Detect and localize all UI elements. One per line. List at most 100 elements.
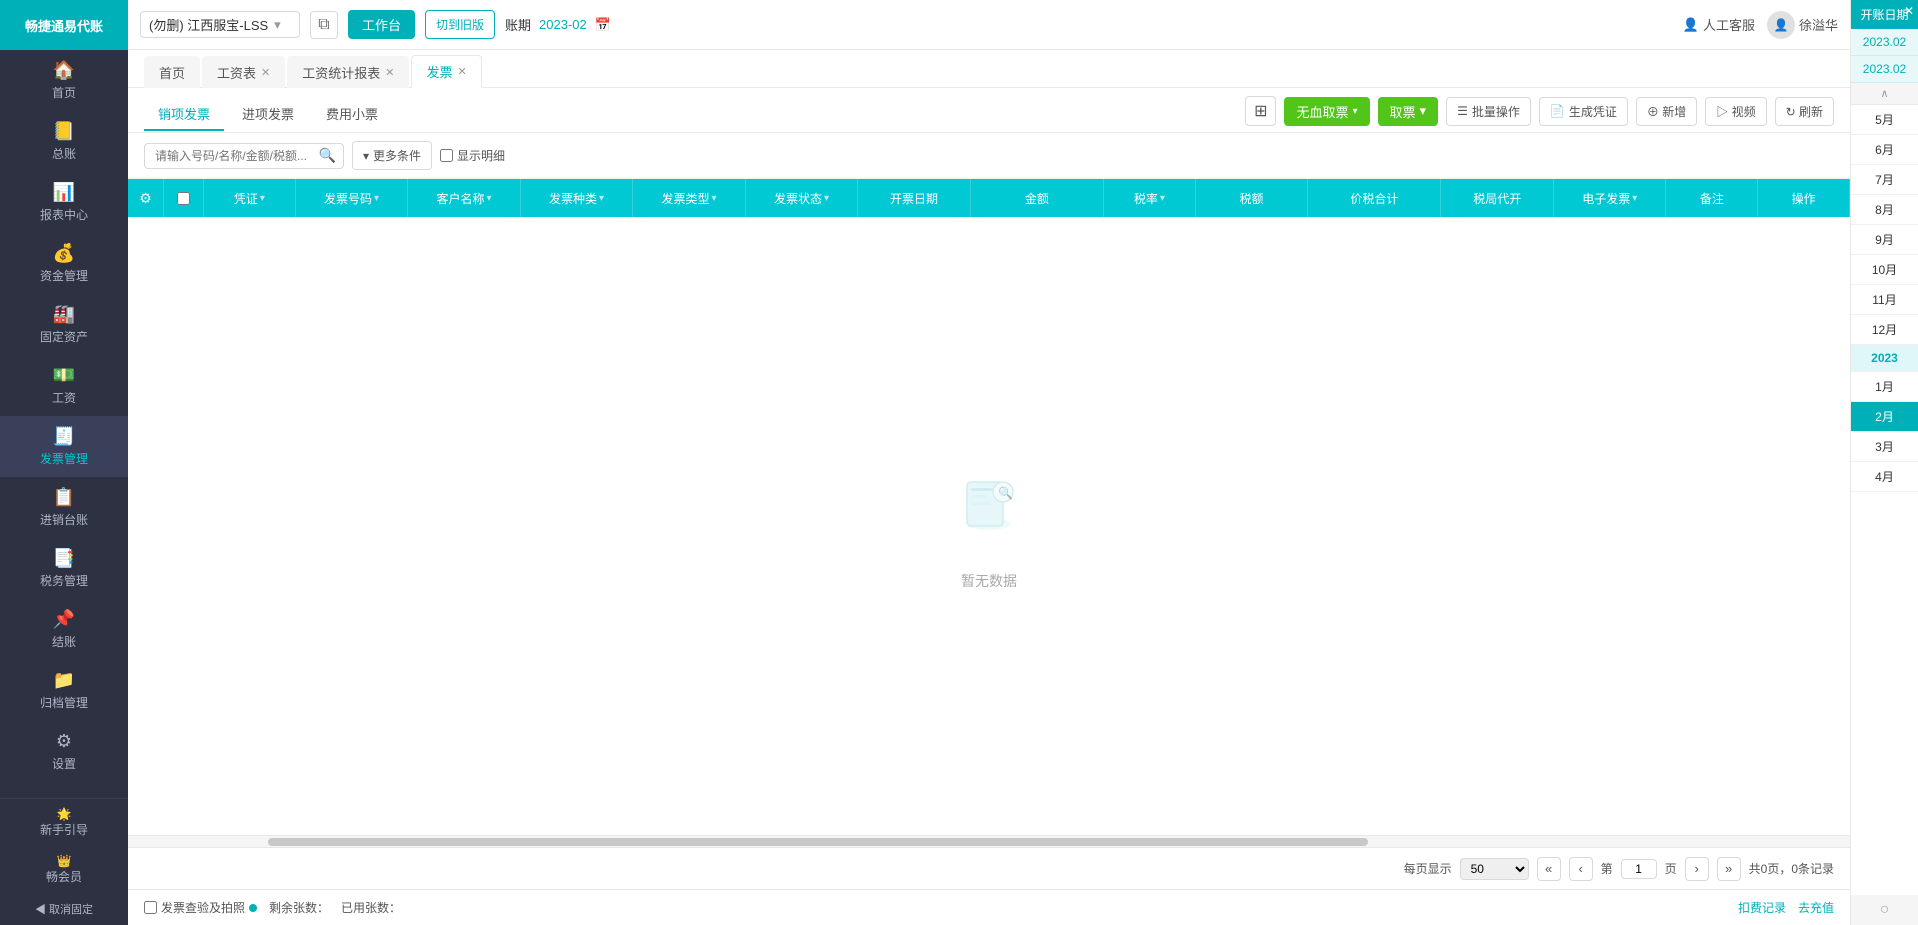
invoice-check-checkbox[interactable] [144, 901, 157, 914]
sidebar-item-funds[interactable]: 💰 资金管理 [0, 233, 128, 294]
date-panel-close-icon[interactable]: ✕ [1904, 4, 1914, 18]
tab-invoice-close-icon[interactable]: ✕ [458, 65, 467, 78]
tab-salary-close-icon[interactable]: ✕ [261, 66, 270, 79]
fixed-assets-icon: 🏭 [53, 304, 75, 325]
refresh-button[interactable]: ↻ 刷新 [1775, 97, 1834, 126]
select-all-checkbox[interactable] [177, 192, 190, 205]
date-month-mar[interactable]: 3月 [1851, 432, 1918, 462]
th-invoice-number[interactable]: 发票号码▾ [296, 179, 409, 217]
gen-voucher-button[interactable]: 📄 生成凭证 [1539, 97, 1628, 126]
last-page-button[interactable]: » [1717, 857, 1741, 881]
th-client-name[interactable]: 客户名称▾ [408, 179, 521, 217]
support-button[interactable]: 👤 人工客服 [1683, 15, 1755, 34]
no-ticket-button[interactable]: 无血取票 ▾ [1284, 97, 1369, 126]
sidebar-item-tax[interactable]: 📑 税务管理 [0, 538, 128, 599]
date-month-aug[interactable]: 8月 [1851, 195, 1918, 225]
recharge-link[interactable]: 去充值 [1798, 899, 1834, 916]
sidebar-item-purchase-sales[interactable]: 📋 进销台账 [0, 477, 128, 538]
sidebar-item-fixed-assets[interactable]: 🏭 固定资产 [0, 294, 128, 355]
th-tax-rate[interactable]: 税率▾ [1104, 179, 1196, 217]
sidebar-item-vip[interactable]: 👑 畅会员 [0, 846, 128, 893]
sidebar-item-ledger[interactable]: 📒 总账 [0, 111, 128, 172]
date-panel: 开账日期 ✕ 2023.02 2023.02 ∧ 5月 6月 7月 8月 9月 … [1850, 0, 1918, 925]
date-panel-collapse-icon[interactable]: ○ [1880, 901, 1890, 919]
take-ticket-button[interactable]: 取票 ▾ [1378, 97, 1439, 126]
reports-icon: 📊 [53, 182, 75, 203]
batch-op-button[interactable]: ☰ 批量操作 [1446, 97, 1531, 126]
empty-state: 🔍 暂无数据 [128, 217, 1850, 835]
th-open-date[interactable]: 开票日期 [858, 179, 971, 217]
th-invoice-category[interactable]: 发票类型▾ [633, 179, 746, 217]
user-avatar-button[interactable]: 👤 徐溢华 [1767, 11, 1838, 39]
sidebar: 畅捷通易代账 🏠 首页 📒 总账 📊 报表中心 💰 资金管理 🏭 固定资产 💵 … [0, 0, 128, 925]
date-panel-top-item-2[interactable]: 2023.02 [1851, 56, 1918, 83]
batch-icon: ☰ [1457, 104, 1468, 118]
th-tax-rate-filter-icon: ▾ [1160, 193, 1165, 204]
date-panel-top-item-1[interactable]: 2023.02 [1851, 29, 1918, 56]
date-month-sep[interactable]: 9月 [1851, 225, 1918, 255]
table-header: ⚙ 凭证▾ 发票号码▾ 客户名称▾ 发票种类▾ 发票类型▾ 发票状态▾ [128, 179, 1850, 217]
prev-page-button[interactable]: ‹ [1569, 857, 1593, 881]
show-detail-checkbox[interactable] [440, 149, 453, 162]
sidebar-collapse[interactable]: ◀ 取消固定 [0, 893, 128, 925]
date-panel-header[interactable]: 开账日期 ✕ [1851, 0, 1918, 29]
purchase-sales-icon: 📋 [53, 487, 75, 508]
sidebar-item-close-account[interactable]: 📌 结账 [0, 599, 128, 660]
no-ticket-dropdown-arrow-icon: ▾ [1353, 106, 1358, 117]
sidebar-item-reports[interactable]: 📊 报表中心 [0, 172, 128, 233]
date-panel-scroll[interactable]: ∧ 5月 6月 7月 8月 9月 10月 11月 12月 2023 1月 2月 … [1851, 83, 1918, 895]
tab-invoice[interactable]: 发票 ✕ [411, 55, 481, 88]
remaining-label: 剩余张数： [269, 899, 329, 916]
sidebar-item-guide[interactable]: 🌟 新手引导 [0, 799, 128, 846]
tab-home[interactable]: 首页 [144, 56, 200, 88]
subtab-sales-invoice[interactable]: 销项发票 [144, 98, 224, 131]
tab-salary-report[interactable]: 工资统计报表 ✕ [287, 56, 409, 88]
fee-record-link[interactable]: 扣费记录 [1738, 899, 1786, 916]
page-number-input[interactable] [1621, 859, 1657, 879]
copy-button[interactable]: ⧉ [310, 11, 338, 39]
first-page-button[interactable]: « [1537, 857, 1561, 881]
per-page-select[interactable]: 50 100 200 [1460, 858, 1529, 880]
show-detail-checkbox-label[interactable]: 显示明细 [440, 147, 505, 164]
date-month-apr[interactable]: 4月 [1851, 462, 1918, 492]
th-settings[interactable]: ⚙ [128, 179, 164, 217]
sidebar-item-home[interactable]: 🏠 首页 [0, 50, 128, 111]
empty-text: 暂无数据 [961, 571, 1017, 591]
date-month-may[interactable]: 5月 [1851, 105, 1918, 135]
next-page-button[interactable]: › [1685, 857, 1709, 881]
sidebar-item-archive[interactable]: 📁 归档管理 [0, 660, 128, 721]
more-filter-button[interactable]: ▾ 更多条件 [352, 141, 432, 170]
tab-salary-report-close-icon[interactable]: ✕ [385, 66, 394, 79]
company-selector[interactable]: (勿删) 江西服宝-LSS ▾ [140, 11, 300, 38]
th-checkbox[interactable] [164, 179, 204, 217]
date-month-jun[interactable]: 6月 [1851, 135, 1918, 165]
tab-salary[interactable]: 工资表 ✕ [202, 56, 285, 88]
status-dot [249, 904, 257, 912]
video-button[interactable]: ▷ 视频 [1705, 97, 1766, 126]
date-month-jan[interactable]: 1月 [1851, 372, 1918, 402]
th-voucher[interactable]: 凭证▾ [204, 179, 296, 217]
workbench-button[interactable]: 工作台 [348, 10, 415, 39]
sidebar-item-salary[interactable]: 💵 工资 [0, 355, 128, 416]
th-invoice-status[interactable]: 发票状态▾ [746, 179, 859, 217]
sidebar-item-invoice[interactable]: 🧾 发票管理 [0, 416, 128, 477]
th-invoice-type[interactable]: 发票种类▾ [521, 179, 634, 217]
subtab-expense-receipt[interactable]: 费用小票 [312, 98, 392, 131]
switch-version-button[interactable]: 切到旧版 [425, 10, 495, 39]
grid-view-button[interactable]: ⊞ [1245, 96, 1276, 126]
th-e-invoice[interactable]: 电子发票▾ [1554, 179, 1667, 217]
invoice-icon: 🧾 [53, 426, 75, 447]
new-button[interactable]: ⊕ 新增 [1636, 97, 1697, 126]
main-area: (勿删) 江西服宝-LSS ▾ ⧉ 工作台 切到旧版 账期 2023-02 📅 … [128, 0, 1850, 925]
date-month-oct[interactable]: 10月 [1851, 255, 1918, 285]
date-month-dec[interactable]: 12月 [1851, 315, 1918, 345]
horizontal-scrollbar[interactable] [128, 835, 1850, 847]
scroll-thumb[interactable] [268, 838, 1368, 846]
sidebar-item-settings[interactable]: ⚙ 设置 [0, 721, 128, 782]
date-month-feb[interactable]: 2月 [1851, 402, 1918, 432]
date-month-jul[interactable]: 7月 [1851, 165, 1918, 195]
date-month-nov[interactable]: 11月 [1851, 285, 1918, 315]
search-input[interactable] [144, 143, 344, 169]
subtab-purchase-invoice[interactable]: 进项发票 [228, 98, 308, 131]
empty-illustration: 🔍 [949, 462, 1029, 561]
